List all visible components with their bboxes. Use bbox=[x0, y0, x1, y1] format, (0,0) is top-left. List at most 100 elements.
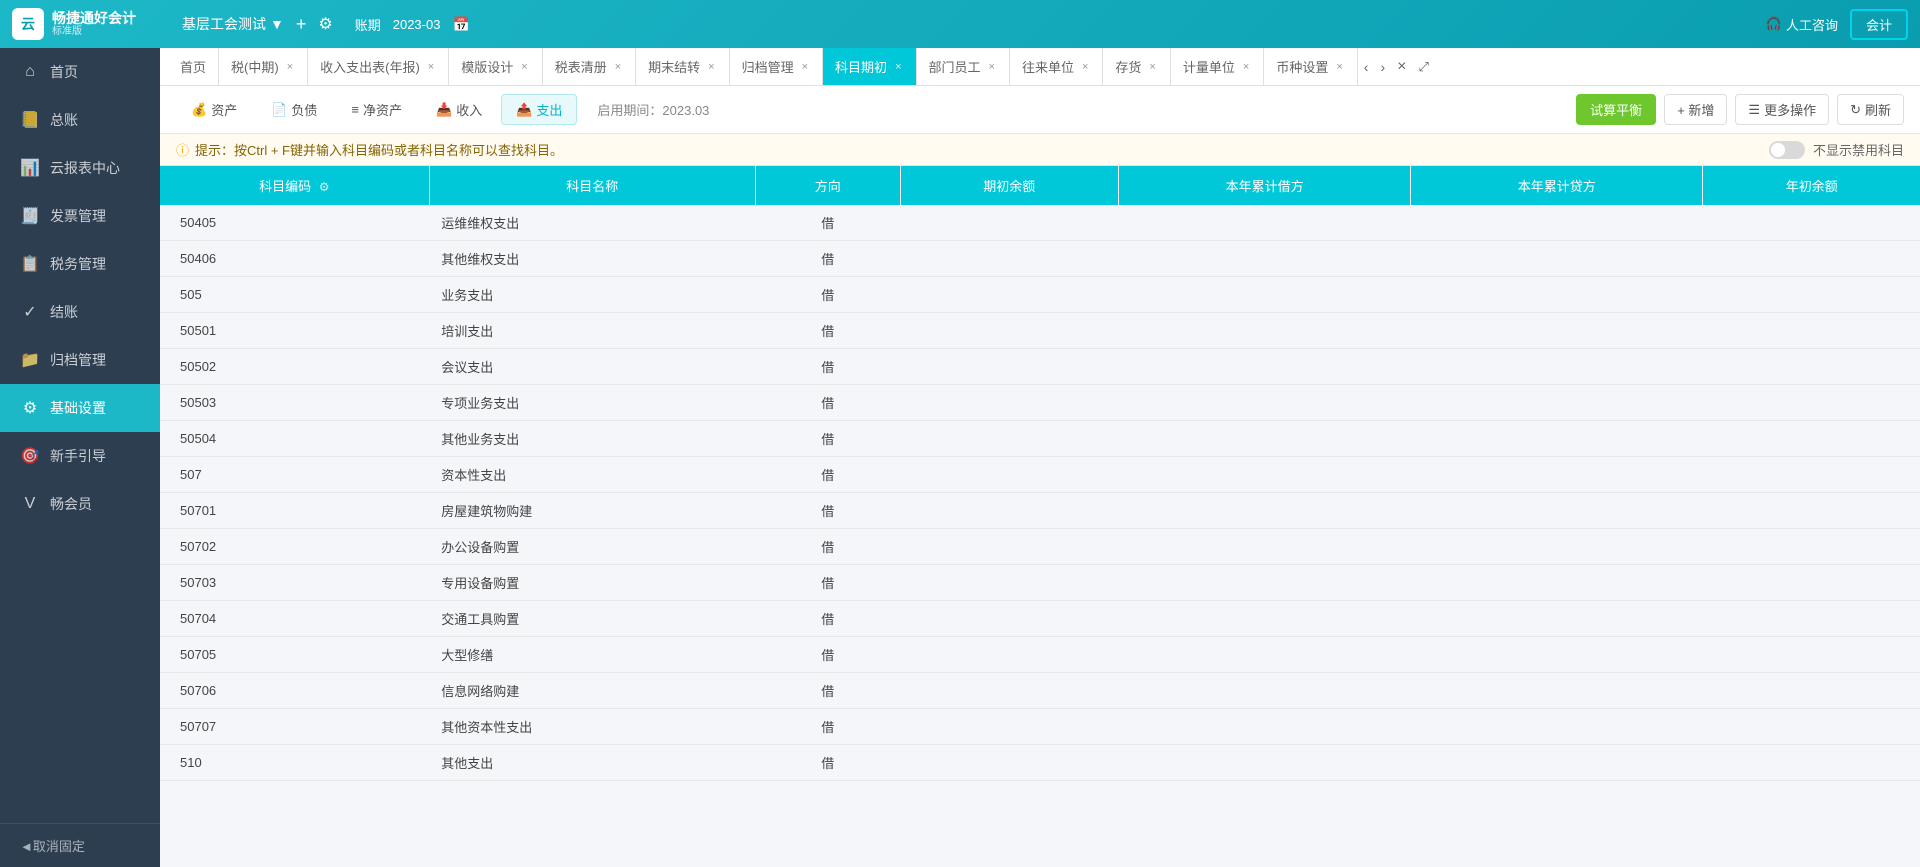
tab-next-btn[interactable]: › bbox=[1374, 55, 1391, 79]
tab-tax-list[interactable]: 税表清册 × bbox=[543, 48, 636, 86]
refresh-button[interactable]: ↻ 刷新 bbox=[1837, 94, 1904, 125]
tab-units[interactable]: 往来单位 × bbox=[1010, 48, 1103, 86]
settings-icon[interactable]: ⚙ bbox=[318, 14, 332, 34]
sidebar-item-close[interactable]: ✓ 结账 bbox=[0, 288, 160, 336]
sub-tab-assets[interactable]: 💰 资产 bbox=[176, 94, 252, 125]
tab-template[interactable]: 模版设计 × bbox=[449, 48, 542, 86]
calendar-icon[interactable]: 📅 bbox=[452, 16, 469, 33]
toggle-switch[interactable] bbox=[1769, 141, 1805, 159]
cell-credit bbox=[1411, 349, 1703, 385]
tab-archive[interactable]: 归档管理 × bbox=[730, 48, 823, 86]
sub-tab-net-assets[interactable]: ≡ 净资产 bbox=[336, 94, 417, 125]
tab-period-end-close[interactable]: × bbox=[706, 61, 716, 73]
add-company-btn[interactable]: + bbox=[296, 14, 307, 35]
cell-name: 会议支出 bbox=[429, 349, 755, 385]
table-row[interactable]: 505业务支出借 bbox=[160, 277, 1920, 313]
sub-tab-expense[interactable]: 📤 支出 bbox=[501, 94, 577, 125]
account-button[interactable]: 会计 bbox=[1850, 9, 1908, 40]
sidebar-item-settings[interactable]: ⚙ 基础设置 bbox=[0, 384, 160, 432]
col-code-settings[interactable]: ⚙ bbox=[319, 180, 330, 194]
tab-unit-close[interactable]: × bbox=[1241, 61, 1251, 73]
tab-dept-close[interactable]: × bbox=[987, 61, 997, 73]
add-button[interactable]: + 新增 bbox=[1664, 94, 1727, 125]
table-row[interactable]: 50501培训支出借 bbox=[160, 313, 1920, 349]
balance-button[interactable]: 试算平衡 bbox=[1576, 94, 1656, 125]
table-row[interactable]: 50705大型修缮借 bbox=[160, 637, 1920, 673]
table-row[interactable]: 50504其他业务支出借 bbox=[160, 421, 1920, 457]
cell-credit bbox=[1411, 205, 1703, 241]
tab-currency-close[interactable]: × bbox=[1334, 61, 1344, 73]
pin-button[interactable]: ◄取消固定 bbox=[0, 823, 160, 867]
table-row[interactable]: 507资本性支出借 bbox=[160, 457, 1920, 493]
refresh-icon: ↻ bbox=[1850, 102, 1861, 118]
cell-name: 交通工具购置 bbox=[429, 601, 755, 637]
table-row[interactable]: 50707其他资本性支出借 bbox=[160, 709, 1920, 745]
cell-balance bbox=[900, 205, 1118, 241]
sidebar-item-reports[interactable]: 📊 云报表中心 bbox=[0, 144, 160, 192]
tab-inventory-close[interactable]: × bbox=[1147, 61, 1157, 73]
tab-inventory[interactable]: 存货 × bbox=[1103, 48, 1170, 86]
cell-year-balance bbox=[1703, 385, 1920, 421]
table-row[interactable]: 50706信息网络购建借 bbox=[160, 673, 1920, 709]
table-row[interactable]: 50503专项业务支出借 bbox=[160, 385, 1920, 421]
cell-credit bbox=[1411, 277, 1703, 313]
tab-home[interactable]: 首页 bbox=[168, 48, 219, 86]
sidebar-item-archive[interactable]: 📁 归档管理 bbox=[0, 336, 160, 384]
table-row[interactable]: 50701房屋建筑物购建借 bbox=[160, 493, 1920, 529]
cell-credit bbox=[1411, 457, 1703, 493]
cell-code: 50705 bbox=[160, 637, 429, 673]
tab-tax-mid-close[interactable]: × bbox=[285, 61, 295, 73]
col-debit: 本年累计借方 bbox=[1119, 166, 1411, 205]
tab-income-close[interactable]: × bbox=[426, 61, 436, 73]
tab-prev-btn[interactable]: ‹ bbox=[1358, 55, 1375, 79]
sidebar-item-ledger[interactable]: 📒 总账 bbox=[0, 96, 160, 144]
tab-archive-close[interactable]: × bbox=[800, 61, 810, 73]
company-selector[interactable]: 基层工会测试 ▼ bbox=[182, 14, 284, 34]
tab-dept[interactable]: 部门员工 × bbox=[917, 48, 1010, 86]
header-middle: 基层工会测试 ▼ + ⚙ 账期 2023-03 📅 bbox=[172, 14, 1766, 35]
sidebar-label-home: 首页 bbox=[50, 62, 78, 82]
dropdown-icon[interactable]: ▼ bbox=[270, 16, 284, 32]
table-row[interactable]: 510其他支出借 bbox=[160, 745, 1920, 781]
close-books-icon: ✓ bbox=[20, 302, 40, 322]
table-row[interactable]: 50703专用设备购置借 bbox=[160, 565, 1920, 601]
tab-inventory-label: 存货 bbox=[1115, 57, 1141, 76]
close-all-tabs-btn[interactable]: × bbox=[1391, 54, 1412, 80]
tab-tax-list-close[interactable]: × bbox=[613, 61, 623, 73]
sub-tab-income[interactable]: 📥 收入 bbox=[421, 94, 497, 125]
sidebar-item-member[interactable]: V 畅会员 bbox=[0, 480, 160, 528]
tab-units-close[interactable]: × bbox=[1080, 61, 1090, 73]
tab-template-close[interactable]: × bbox=[519, 61, 529, 73]
sidebar-item-tax[interactable]: 📋 税务管理 bbox=[0, 240, 160, 288]
tab-tax-mid[interactable]: 税(中期) × bbox=[219, 48, 308, 86]
cell-balance bbox=[900, 529, 1118, 565]
sidebar-item-invoice[interactable]: 🧾 发票管理 bbox=[0, 192, 160, 240]
table-row[interactable]: 50405运维维权支出借 bbox=[160, 205, 1920, 241]
table-row[interactable]: 50406其他维权支出借 bbox=[160, 241, 1920, 277]
cell-balance bbox=[900, 421, 1118, 457]
cell-year-balance bbox=[1703, 313, 1920, 349]
sidebar-item-home[interactable]: ⌂ 首页 bbox=[0, 48, 160, 96]
tab-income[interactable]: 收入支出表(年报) × bbox=[308, 48, 449, 86]
table-container[interactable]: 科目编码 ⚙ 科目名称 方向 期初余额 本年累计借方 本年累计贷方 年初余额 5… bbox=[160, 166, 1920, 867]
table-row[interactable]: 50702办公设备购置借 bbox=[160, 529, 1920, 565]
tab-unit[interactable]: 计量单位 × bbox=[1171, 48, 1264, 86]
sub-tab-liabilities[interactable]: 📄 负债 bbox=[256, 94, 332, 125]
table-row[interactable]: 50704交通工具购置借 bbox=[160, 601, 1920, 637]
cell-year-balance bbox=[1703, 745, 1920, 781]
sidebar-item-guide[interactable]: 🎯 新手引导 bbox=[0, 432, 160, 480]
help-button[interactable]: 🎧 人工咨询 bbox=[1766, 15, 1838, 34]
tab-period-end[interactable]: 期末结转 × bbox=[636, 48, 729, 86]
table-row[interactable]: 50502会议支出借 bbox=[160, 349, 1920, 385]
cell-balance bbox=[900, 457, 1118, 493]
cell-direction: 借 bbox=[755, 493, 900, 529]
tab-subject-init[interactable]: 科目期初 × bbox=[823, 48, 916, 86]
more-button[interactable]: ☰ 更多操作 bbox=[1735, 94, 1829, 125]
cell-debit bbox=[1119, 457, 1411, 493]
expand-btn[interactable]: ⤢ bbox=[1412, 55, 1434, 79]
cell-code: 50503 bbox=[160, 385, 429, 421]
main-layout: ⌂ 首页 📒 总账 📊 云报表中心 🧾 发票管理 📋 税务管理 ✓ 结账 📁 归… bbox=[0, 48, 1920, 867]
reports-icon: 📊 bbox=[20, 158, 40, 178]
tab-currency[interactable]: 币种设置 × bbox=[1264, 48, 1357, 86]
tab-subject-init-close[interactable]: × bbox=[893, 61, 903, 73]
